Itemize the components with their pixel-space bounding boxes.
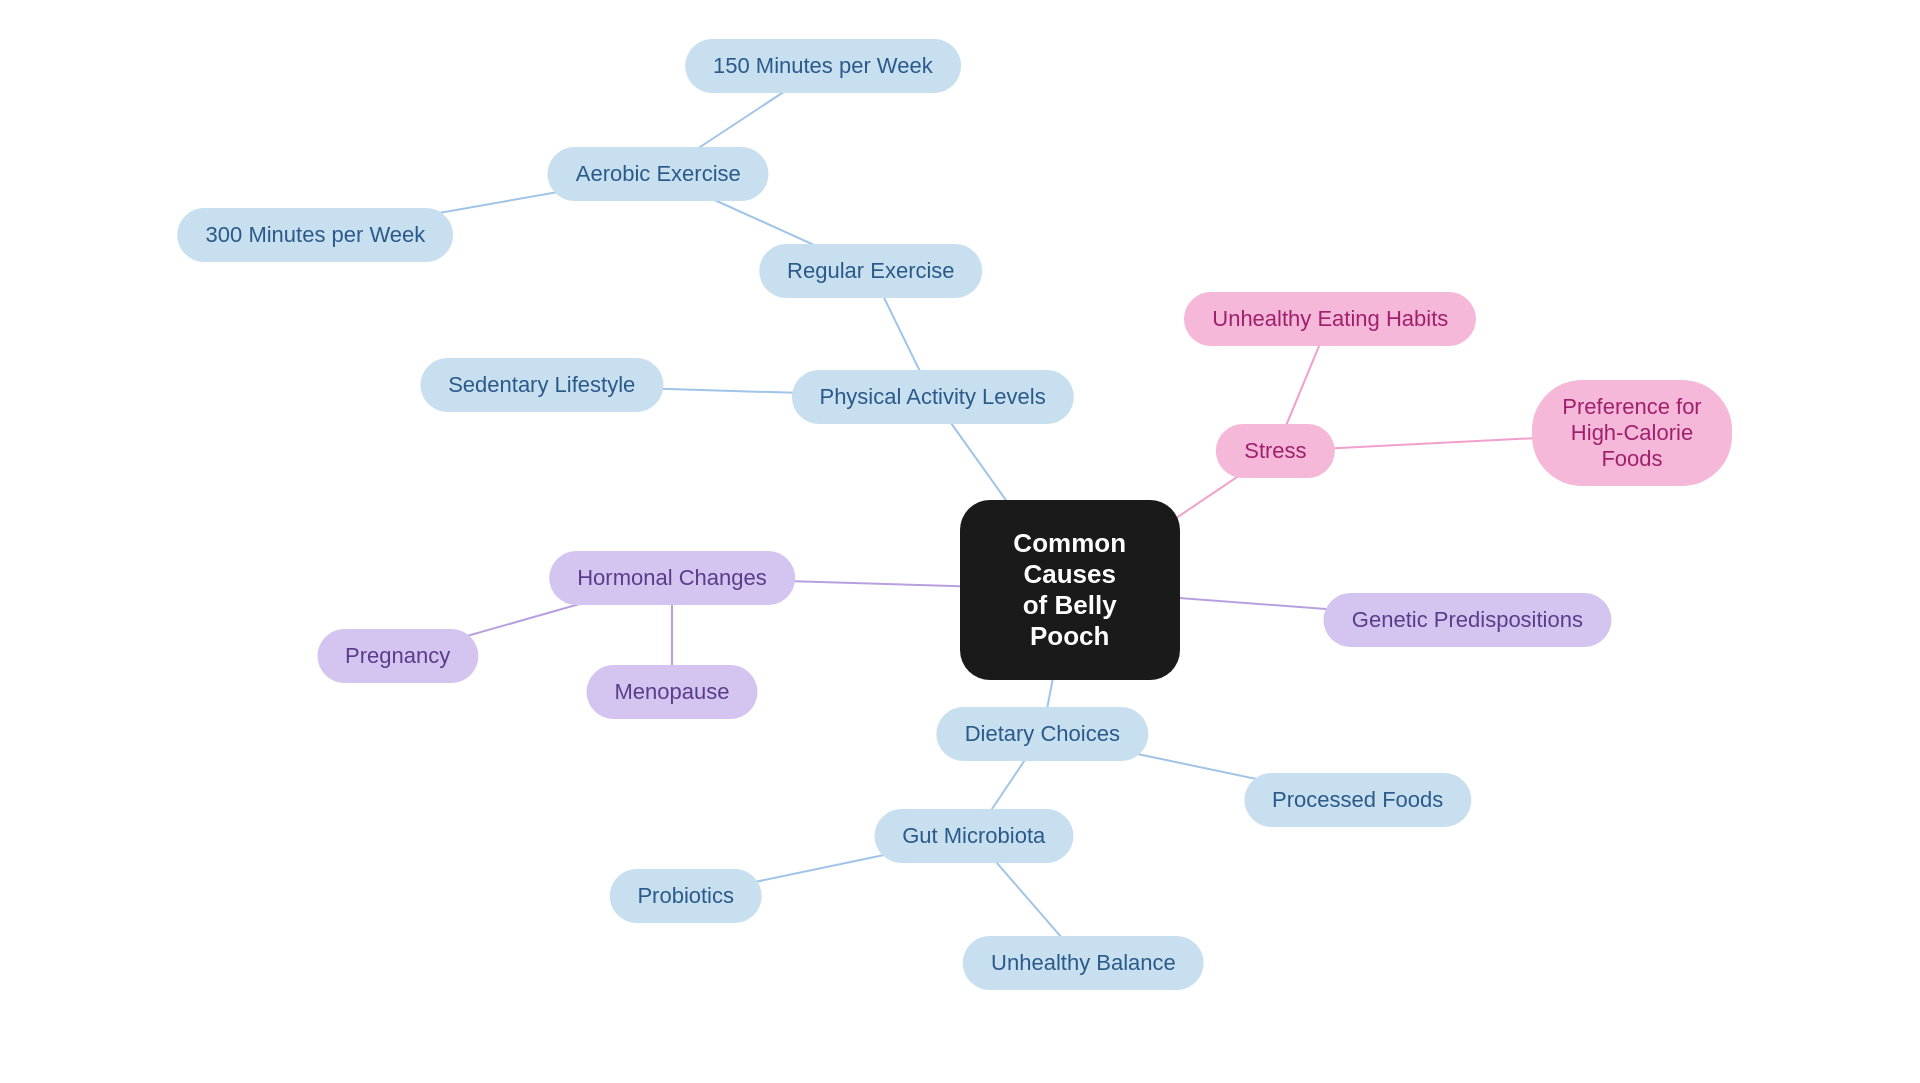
node-sedentary: Sedentary Lifestyle — [420, 358, 663, 412]
node-highcal: Preference for High-Calorie Foods — [1532, 380, 1732, 486]
node-processed: Processed Foods — [1244, 773, 1471, 827]
node-hormonal: Hormonal Changes — [549, 551, 795, 605]
node-150min: 150 Minutes per Week — [685, 39, 961, 93]
node-genetic: Genetic Predispositions — [1324, 593, 1611, 647]
node-unhealthy_balance: Unhealthy Balance — [963, 936, 1204, 990]
node-dietary: Dietary Choices — [937, 707, 1148, 761]
node-pregnancy: Pregnancy — [317, 629, 478, 683]
node-unhealthy_eating: Unhealthy Eating Habits — [1184, 292, 1476, 346]
mind-map: Common Causes of Belly Pooch Physical Act… — [0, 0, 1920, 1083]
center-node: Common Causes of Belly Pooch — [960, 500, 1180, 680]
node-aerobic_exercise: Aerobic Exercise — [548, 147, 769, 201]
node-probiotics: Probiotics — [609, 869, 762, 923]
node-physical_activity: Physical Activity Levels — [791, 370, 1073, 424]
node-gut: Gut Microbiota — [874, 809, 1073, 863]
node-stress: Stress — [1216, 424, 1334, 478]
node-300min: 300 Minutes per Week — [178, 208, 454, 262]
node-regular_exercise: Regular Exercise — [759, 244, 983, 298]
node-menopause: Menopause — [587, 665, 758, 719]
